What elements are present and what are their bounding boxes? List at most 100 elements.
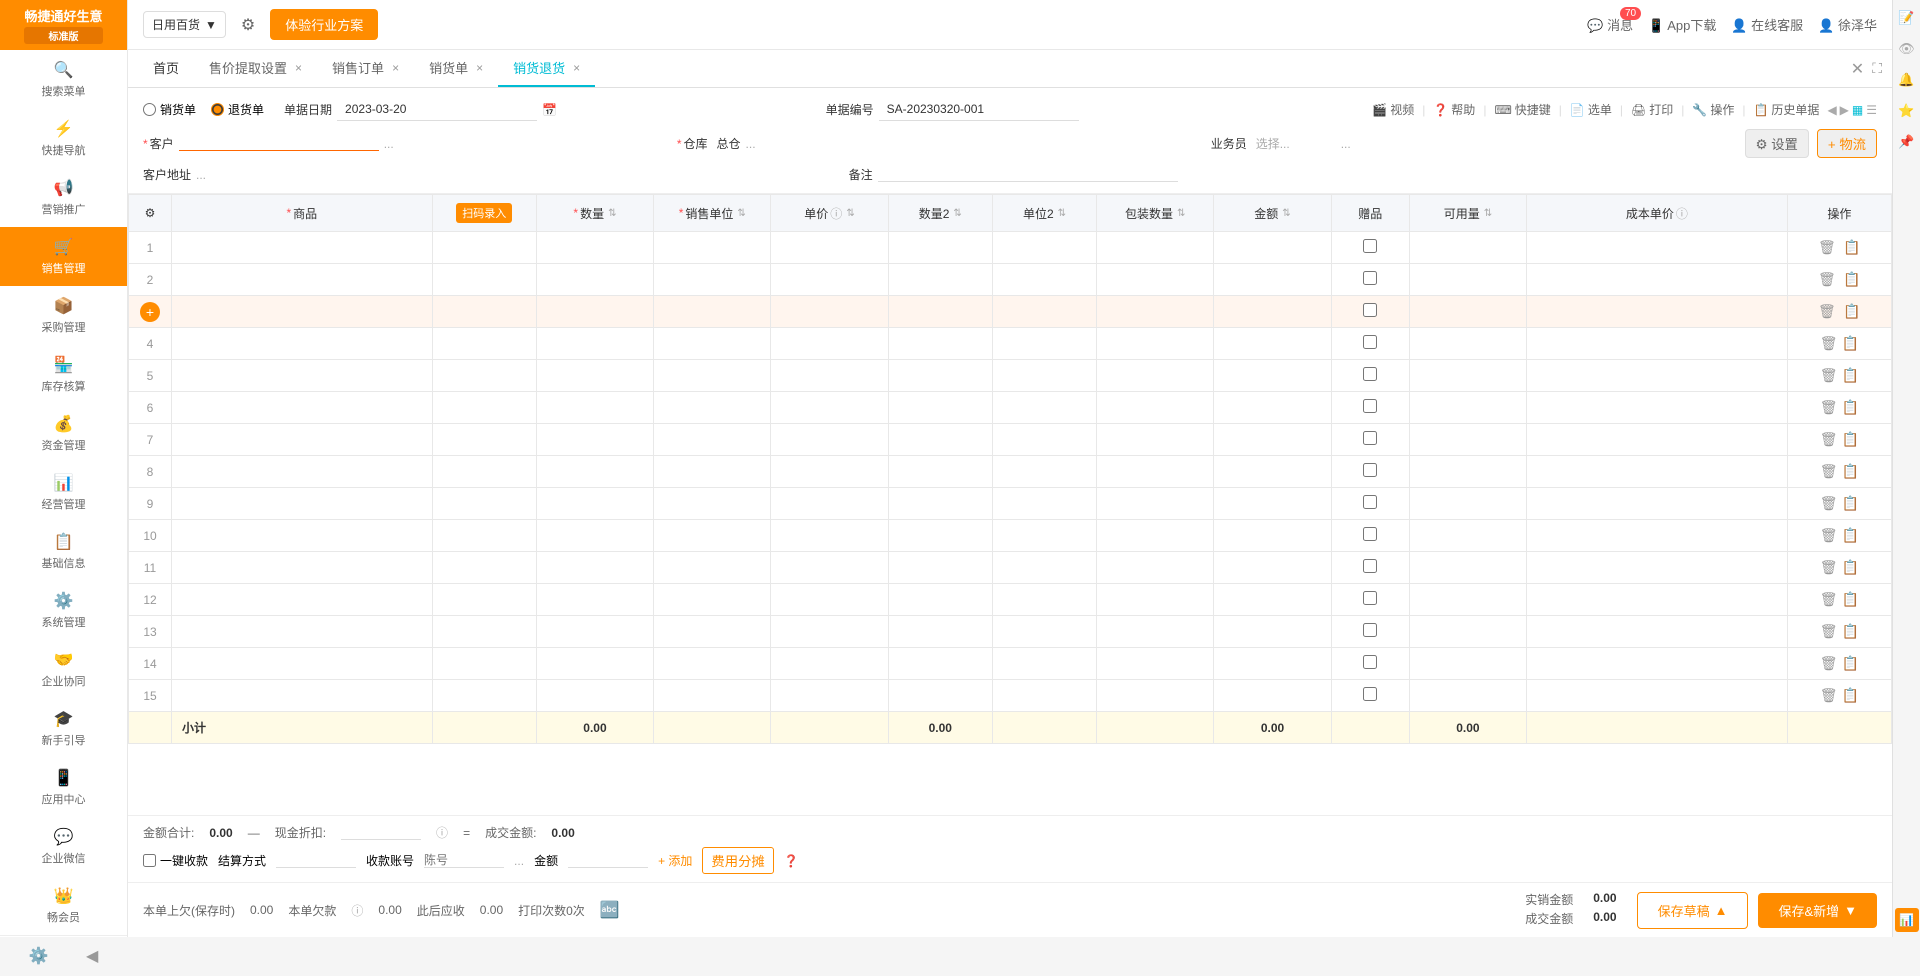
settings-button[interactable]: ⚙ 设置 — [1745, 129, 1809, 158]
operate-btn[interactable]: 🔧 操作 — [1687, 99, 1739, 120]
copy-row-7-icon[interactable]: 📋 — [1842, 431, 1859, 447]
radio-sales-return-input[interactable] — [211, 103, 224, 116]
pkg-sort-icon[interactable]: ⇅ — [1177, 208, 1185, 219]
amount-sort-icon[interactable]: ⇅ — [1282, 208, 1290, 219]
delete-row-7-icon[interactable]: 🗑 — [1820, 431, 1838, 447]
date-value[interactable]: 2023-03-20 — [337, 98, 537, 121]
tab-price-setting[interactable]: 售价提取设置 × — [194, 50, 317, 87]
delete-row-4-icon[interactable]: 🗑 — [1820, 335, 1838, 351]
gift-checkbox-12[interactable] — [1363, 591, 1377, 605]
delete-row-11-icon[interactable]: 🗑 — [1820, 559, 1838, 575]
row-unit-2[interactable] — [654, 264, 771, 296]
tab-price-setting-close[interactable]: × — [295, 61, 302, 75]
shortcut-keys-btn[interactable]: ⌨ 快捷键 — [1489, 99, 1555, 120]
print-btn[interactable]: 🖨 打印 — [1626, 99, 1678, 120]
copy-row-5-icon[interactable]: 📋 — [1842, 367, 1859, 383]
avail-sort-icon[interactable]: ⇅ — [1484, 208, 1492, 219]
gift-checkbox-5[interactable] — [1363, 367, 1377, 381]
warehouse-dots[interactable]: ... — [746, 137, 756, 151]
row-avail-1[interactable] — [1409, 232, 1526, 264]
delete-row-6-icon[interactable]: 🗑 — [1820, 399, 1838, 415]
copy-row-12-icon[interactable]: 📋 — [1842, 591, 1859, 607]
row-qty2-1[interactable] — [888, 232, 992, 264]
delete-row-1-icon[interactable]: 🗑 — [1818, 239, 1836, 255]
row-unit2-3[interactable] — [992, 296, 1096, 328]
payment-amount-input[interactable] — [568, 853, 648, 868]
right-panel-orange-btn[interactable]: 📊 — [1895, 908, 1919, 932]
right-panel-icon-4[interactable]: ⭐ — [1898, 98, 1914, 124]
row-avail-3[interactable] — [1409, 296, 1526, 328]
row-pkg-1[interactable] — [1097, 232, 1214, 264]
copy-row-4-icon[interactable]: 📋 — [1842, 335, 1859, 351]
account-method-input[interactable] — [276, 853, 356, 868]
sidebar-item-enterprise[interactable]: 🤝 企业协同 — [0, 640, 127, 699]
tab-sales-delivery[interactable]: 销货单 × — [414, 50, 498, 87]
sales-unit-sort-icon[interactable]: ⇅ — [737, 208, 745, 219]
row-unit2-1[interactable] — [992, 232, 1096, 264]
delete-row-8-icon[interactable]: 🗑 — [1820, 463, 1838, 479]
row-qty-2[interactable] — [536, 264, 653, 296]
row-pkg-2[interactable] — [1097, 264, 1214, 296]
row-product-2[interactable] — [172, 264, 433, 296]
add-payment-button[interactable]: + 添加 — [658, 852, 692, 869]
address-dots[interactable]: ... — [196, 168, 206, 182]
next-icon[interactable]: ▶ — [1840, 103, 1849, 117]
row-unit-3[interactable] — [654, 296, 771, 328]
expense-info-icon[interactable]: ❓ — [784, 854, 799, 868]
row-price-2[interactable] — [771, 264, 888, 296]
copy-row-15-icon[interactable]: 📋 — [1842, 687, 1859, 703]
th-scan[interactable]: 扫码录入 — [432, 195, 536, 232]
right-panel-icon-5[interactable]: 📌 — [1898, 129, 1914, 155]
right-panel-icon-3[interactable]: 🔔 — [1898, 67, 1914, 93]
sidebar-item-wechat[interactable]: 💬 企业微信 — [0, 817, 127, 876]
industry-selector[interactable]: 日用百货 ▼ — [143, 11, 226, 38]
row-avail-2[interactable] — [1409, 264, 1526, 296]
row-qty2-3[interactable] — [888, 296, 992, 328]
row-gift-1[interactable] — [1331, 232, 1409, 264]
unit2-sort-icon[interactable]: ⇅ — [1058, 208, 1066, 219]
tab-sales-delivery-close[interactable]: × — [476, 61, 483, 75]
sidebar-item-sales[interactable]: 🛒 销售管理 — [0, 227, 127, 286]
th-gear[interactable]: ⚙ — [129, 195, 172, 232]
row-cost-3[interactable] — [1527, 296, 1788, 328]
copy-row-14-icon[interactable]: 📋 — [1842, 655, 1859, 671]
add-row-button[interactable]: + — [140, 302, 160, 322]
sidebar-item-shortcut[interactable]: ⚡ 快捷导航 — [0, 109, 127, 168]
copy-row-11-icon[interactable]: 📋 — [1842, 559, 1859, 575]
delete-row-9-icon[interactable]: 🗑 — [1820, 495, 1838, 511]
online-service-link[interactable]: 👤 在线客服 — [1731, 15, 1803, 34]
price-info-icon[interactable]: ⓘ — [830, 205, 842, 222]
gift-checkbox-8[interactable] — [1363, 463, 1377, 477]
help-btn[interactable]: ❓ 帮助 — [1428, 99, 1480, 120]
gift-checkbox-3[interactable] — [1363, 303, 1377, 317]
payment-checkbox[interactable] — [143, 854, 156, 867]
row-cost-1[interactable] — [1527, 232, 1788, 264]
sidebar-item-system[interactable]: ⚙️ 系统管理 — [0, 581, 127, 640]
sidebar-item-appstore[interactable]: 📱 应用中心 — [0, 758, 127, 817]
copy-row-6-icon[interactable]: 📋 — [1842, 399, 1859, 415]
save-new-button[interactable]: 保存&新增 ▼ — [1758, 893, 1877, 928]
row-qty-3[interactable] — [536, 296, 653, 328]
expense-split-button[interactable]: 费用分摊 — [702, 847, 773, 874]
price-sort-icon[interactable]: ⇅ — [846, 208, 854, 219]
delete-row-13-icon[interactable]: 🗑 — [1820, 623, 1838, 639]
sidebar-item-purchase[interactable]: 📦 采购管理 — [0, 286, 127, 345]
row-pkg-3[interactable] — [1097, 296, 1214, 328]
radio-sales-delivery[interactable]: 销货单 — [143, 101, 196, 118]
delete-row-15-icon[interactable]: 🗑 — [1820, 687, 1838, 703]
collapse-icon[interactable]: ◀ — [86, 946, 98, 966]
delete-row-14-icon[interactable]: 🗑 — [1820, 655, 1838, 671]
tab-home[interactable]: 首页 — [138, 50, 194, 87]
row-unit-1[interactable] — [654, 232, 771, 264]
gift-checkbox-11[interactable] — [1363, 559, 1377, 573]
radio-sales-delivery-input[interactable] — [143, 103, 156, 116]
delete-row-12-icon[interactable]: 🗑 — [1820, 591, 1838, 607]
gift-checkbox-10[interactable] — [1363, 527, 1377, 541]
sidebar-item-basic[interactable]: 📋 基础信息 — [0, 522, 127, 581]
qty2-sort-icon[interactable]: ⇅ — [953, 208, 961, 219]
sidebar-item-operations[interactable]: 📊 经营管理 — [0, 463, 127, 522]
scan-button[interactable]: 扫码录入 — [456, 203, 512, 223]
remark-input[interactable] — [878, 167, 1178, 182]
tab-sales-return-close[interactable]: × — [573, 61, 580, 75]
account-dots[interactable]: ... — [514, 854, 524, 868]
